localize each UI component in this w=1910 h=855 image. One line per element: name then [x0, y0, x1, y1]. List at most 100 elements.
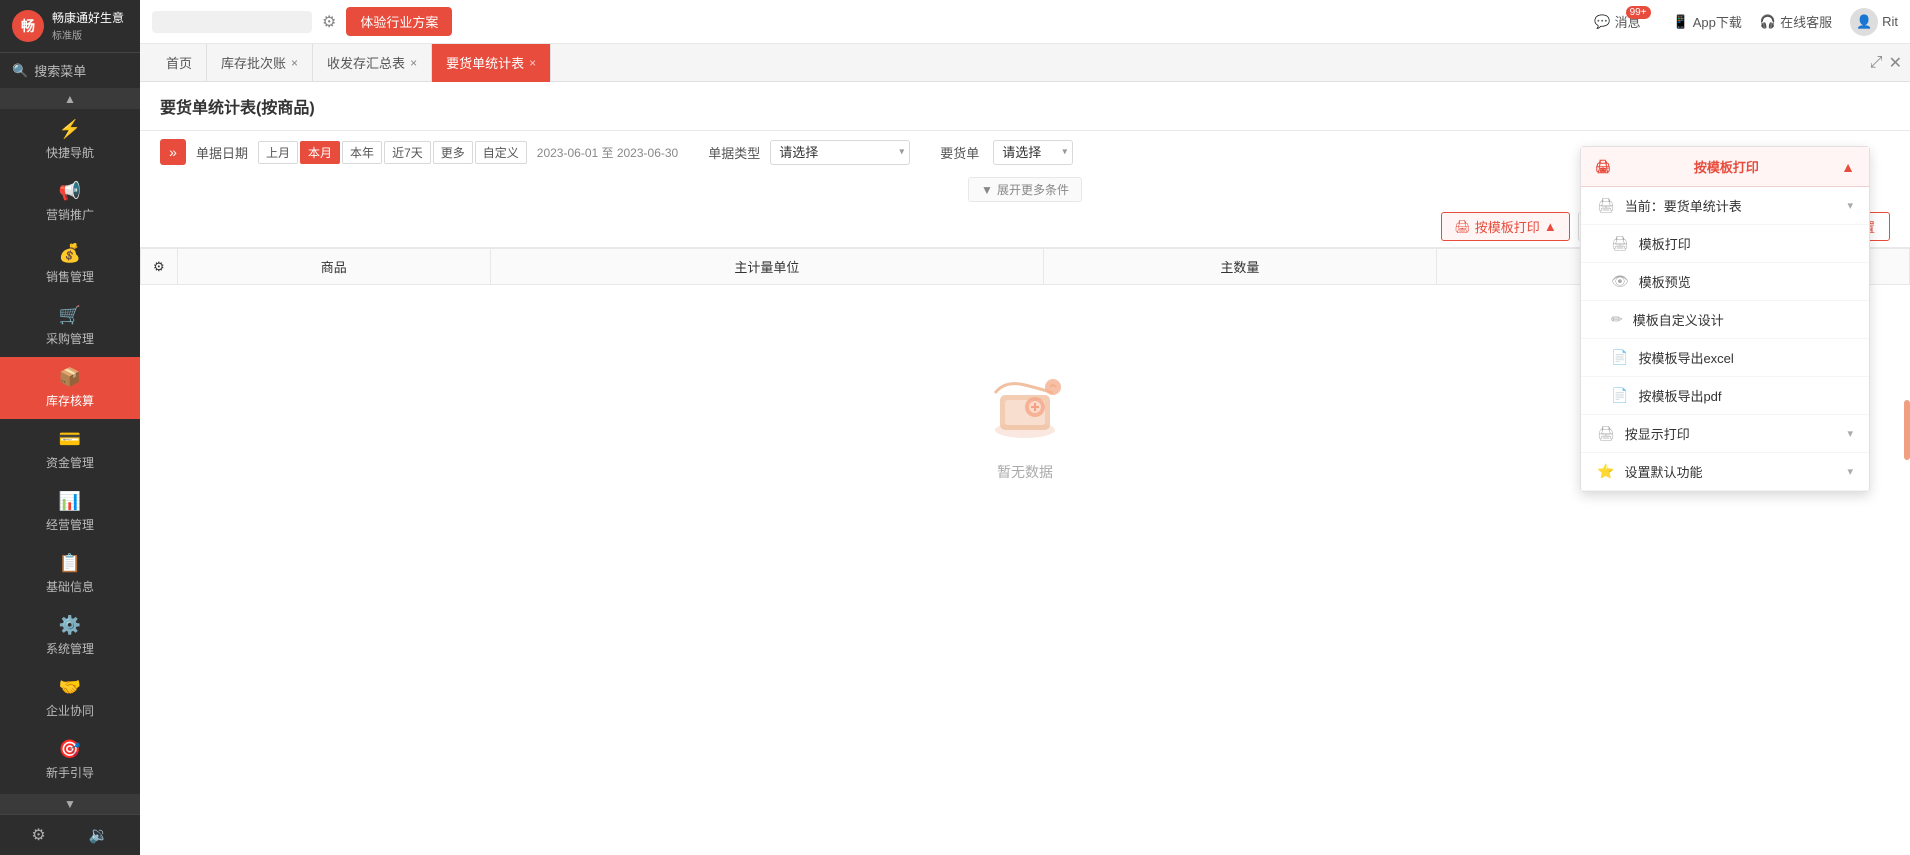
topbar-search-input[interactable] — [152, 11, 312, 33]
topbar-gear-icon[interactable]: ⚙ — [322, 12, 336, 32]
table-header-settings[interactable]: ⚙ — [141, 249, 178, 285]
finance-icon: 💳 — [59, 429, 81, 450]
date-btn-current-month[interactable]: 本月 — [300, 141, 340, 164]
tab-collect-close-icon[interactable]: × — [410, 56, 417, 70]
tab-close-all-icon[interactable]: ✕ — [1889, 53, 1902, 73]
volume-icon[interactable]: 🔉 — [89, 825, 109, 845]
print-template-print-item[interactable]: 🖨 模板打印 — [1581, 225, 1869, 263]
date-btn-7days[interactable]: 近7天 — [384, 141, 431, 164]
sidebar-item-label: 企业协同 — [46, 702, 94, 719]
sidebar-item-quick-nav[interactable]: ⚡ 快捷导航 — [0, 109, 140, 171]
sidebar-item-label: 快捷导航 — [46, 144, 94, 161]
app-name: 畅康通好生意 — [52, 10, 124, 27]
set-default-icon: ⭐ — [1597, 463, 1614, 480]
app-badge: 标准版 — [52, 27, 124, 42]
sidebar-item-enterprise[interactable]: 🤝 企业协同 — [0, 667, 140, 729]
main-area: ⚙ 体验行业方案 💬 消息 99+ 📱 App下载 🎧 在线客服 👤 Rit — [140, 0, 1910, 855]
filter-toggle-button[interactable]: » — [160, 139, 186, 165]
current-template-icon: 🖨 — [1597, 197, 1615, 214]
topbar: ⚙ 体验行业方案 💬 消息 99+ 📱 App下载 🎧 在线客服 👤 Rit — [140, 0, 1910, 44]
user-avatar[interactable]: 👤 Rit — [1850, 8, 1898, 36]
search-icon: 🔍 — [12, 63, 28, 79]
guide-icon: 🎯 — [59, 739, 81, 760]
sidebar-item-appstore[interactable]: 🔲 应用中心 — [0, 791, 140, 794]
print-template-pdf-item[interactable]: 📄 按模板导出pdf — [1581, 377, 1869, 415]
tab-home[interactable]: 首页 — [152, 44, 207, 82]
order-filter-select-wrapper: 请选择 — [993, 140, 1073, 165]
industry-solution-button[interactable]: 体验行业方案 — [346, 7, 452, 36]
table-header-quantity: 主数量 — [1043, 249, 1436, 285]
print-current-item[interactable]: 🖨 当前：要货单统计表 ▾ — [1581, 187, 1869, 225]
tab-collect-summary[interactable]: 收发存汇总表 × — [313, 44, 432, 82]
avatar-circle: 👤 — [1850, 8, 1878, 36]
order-filter-label: 要货单 — [940, 143, 979, 162]
date-btn-custom[interactable]: 自定义 — [475, 141, 527, 164]
print-icon: 🖨 — [1595, 159, 1612, 175]
print-dropdown-header: 🖨 按模板打印 ▲ — [1581, 147, 1869, 187]
logo-text-area: 畅康通好生意 标准版 — [52, 10, 124, 42]
tab-label: 库存批次账 — [221, 53, 286, 72]
order-filter-select[interactable]: 请选择 — [993, 140, 1073, 165]
template-print-label: 模板打印 — [1639, 234, 1691, 253]
date-filter-buttons: 上月 本月 本年 近7天 更多 自定义 — [258, 141, 527, 164]
sidebar-item-finance[interactable]: 💳 资金管理 — [0, 419, 140, 481]
type-filter-label: 单据类型 — [708, 143, 760, 162]
sidebar-search[interactable]: 🔍 搜索菜单 — [0, 53, 140, 89]
app-download-button[interactable]: 📱 App下载 — [1673, 12, 1742, 31]
settings-icon[interactable]: ⚙ — [31, 825, 45, 845]
sidebar-item-operation[interactable]: 📊 经营管理 — [0, 481, 140, 543]
date-btn-more[interactable]: 更多 — [433, 141, 473, 164]
online-service-button[interactable]: 🎧 在线客服 — [1760, 12, 1832, 31]
tab-maximize-icon[interactable]: ⤢ — [1870, 54, 1883, 72]
expand-more-button[interactable]: ▼ 展开更多条件 — [968, 177, 1082, 202]
sidebar-item-guide[interactable]: 🎯 新手引导 — [0, 729, 140, 791]
sidebar: 畅 畅康通好生意 标准版 🔍 搜索菜单 ▲ ⚡ 快捷导航 📢 营销推广 💰 销售… — [0, 0, 140, 855]
message-button[interactable]: 💬 消息 99+ — [1594, 12, 1640, 31]
sidebar-scroll-down[interactable]: ▼ — [0, 794, 140, 814]
sidebar-scroll-up[interactable]: ▲ — [0, 89, 140, 109]
table-header-product: 商品 — [177, 249, 490, 285]
print-template-excel-item[interactable]: 📄 按模板导出excel — [1581, 339, 1869, 377]
sidebar-item-label: 采购管理 — [46, 330, 94, 347]
sidebar-item-label: 新手引导 — [46, 764, 94, 781]
template-excel-icon: 📄 — [1611, 349, 1628, 366]
page-header: 要货单统计表(按商品) — [140, 82, 1910, 131]
display-print-label-row: 按显示打印 ▾ — [1625, 424, 1853, 443]
avatar-icon: 👤 — [1856, 14, 1872, 30]
sidebar-item-basic[interactable]: 📋 基础信息 — [0, 543, 140, 605]
tab-order-stats[interactable]: 要货单统计表 × — [432, 44, 551, 82]
sidebar-item-system[interactable]: ⚙️ 系统管理 — [0, 605, 140, 667]
service-icon: 🎧 — [1760, 14, 1776, 30]
template-preview-label: 模板预览 — [1639, 272, 1691, 291]
current-chevron-icon: ▾ — [1847, 199, 1853, 212]
message-icon: 💬 — [1594, 14, 1610, 30]
print-display-item[interactable]: 🖨 按显示打印 ▾ — [1581, 415, 1869, 453]
template-pdf-icon: 📄 — [1611, 387, 1628, 404]
tab-home-label: 首页 — [166, 53, 192, 72]
display-print-label: 按显示打印 — [1625, 424, 1690, 443]
print-dropdown-close-icon[interactable]: ▲ — [1841, 159, 1855, 175]
print-template-button[interactable]: 🖨 按模板打印 ▲ — [1441, 212, 1569, 241]
empty-svg — [975, 365, 1075, 445]
sidebar-menu: ⚡ 快捷导航 📢 营销推广 💰 销售管理 🛒 采购管理 📦 库存核算 💳 资金管… — [0, 109, 140, 794]
sidebar-item-label: 库存核算 — [46, 392, 94, 409]
display-print-icon: 🖨 — [1597, 425, 1615, 442]
tab-order-close-icon[interactable]: × — [529, 56, 536, 70]
page-title: 要货单统计表(按商品) — [160, 94, 1890, 118]
tab-batch-close-icon[interactable]: × — [291, 56, 298, 70]
basic-icon: 📋 — [59, 553, 81, 574]
sidebar-item-inventory[interactable]: 📦 库存核算 — [0, 357, 140, 419]
date-filter-label: 单据日期 — [196, 143, 248, 162]
sidebar-item-sales[interactable]: 💰 销售管理 — [0, 233, 140, 295]
sidebar-item-marketing[interactable]: 📢 营销推广 — [0, 171, 140, 233]
date-btn-current-year[interactable]: 本年 — [342, 141, 382, 164]
template-excel-label: 按模板导出excel — [1638, 348, 1733, 367]
date-btn-last-month[interactable]: 上月 — [258, 141, 298, 164]
print-template-custom-item[interactable]: ✏ 模板自定义设计 — [1581, 301, 1869, 339]
print-set-default-item[interactable]: ⭐ 设置默认功能 ▾ — [1581, 453, 1869, 491]
sidebar-item-purchase[interactable]: 🛒 采购管理 — [0, 295, 140, 357]
type-filter-select[interactable]: 请选择 要货单 — [770, 140, 910, 165]
print-template-preview-item[interactable]: 👁 模板预览 — [1581, 263, 1869, 301]
tab-batch-account[interactable]: 库存批次账 × — [207, 44, 313, 82]
inventory-icon: 📦 — [59, 367, 81, 388]
